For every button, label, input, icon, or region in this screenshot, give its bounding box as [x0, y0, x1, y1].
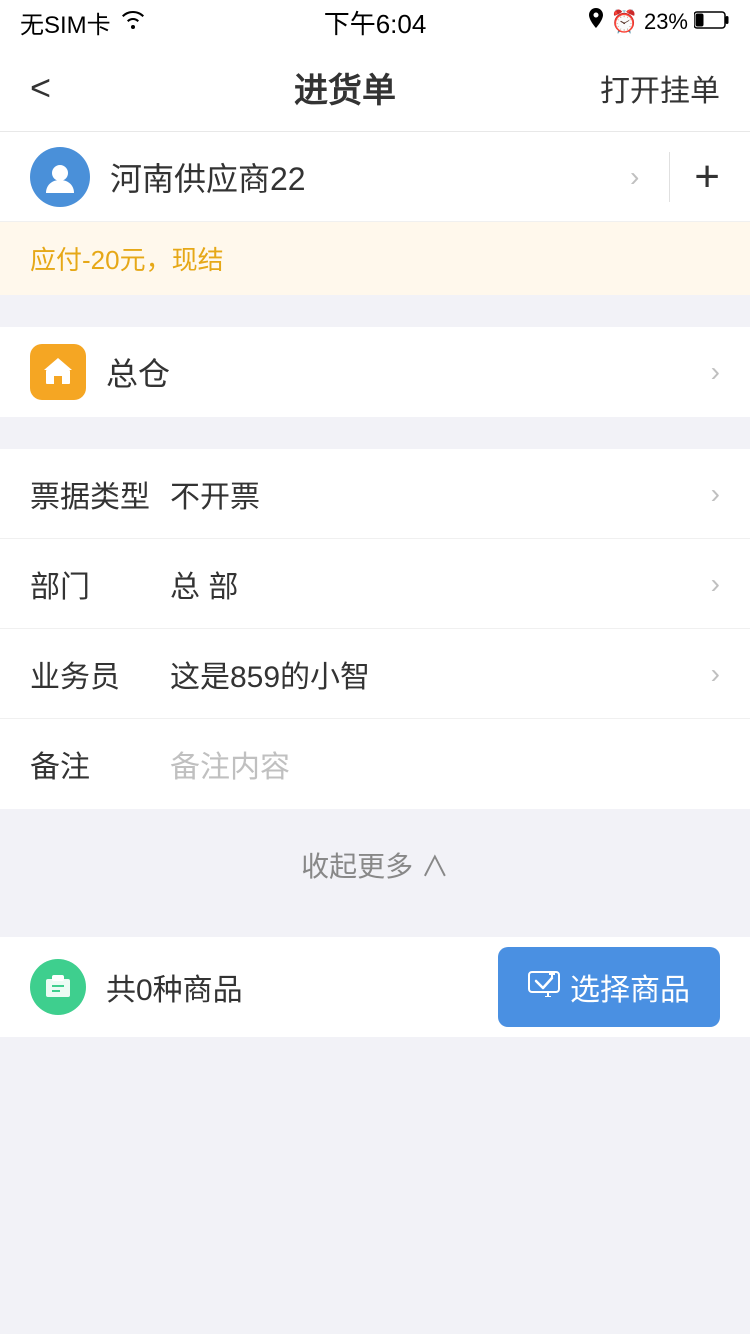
back-button[interactable]: < [30, 67, 90, 109]
dept-label: 部门 [30, 562, 160, 606]
bottom-section: 共0种商品 选择商品 [0, 937, 750, 1037]
notice-bar: 应付-20元，现结 [0, 222, 750, 295]
select-product-button[interactable]: 选择商品 [498, 947, 720, 1027]
carrier-text: 无SIM卡 [20, 5, 111, 40]
remark-row[interactable]: 备注 备注内容 [0, 719, 750, 809]
invoice-type-row[interactable]: 票据类型 不开票 › [0, 449, 750, 539]
salesman-value: 这是859的小智 [160, 652, 711, 696]
supplier-arrow-icon: › [630, 161, 639, 193]
status-time: 下午6:04 [324, 4, 427, 41]
dept-arrow-icon: › [711, 568, 720, 600]
warehouse-arrow-icon: › [711, 356, 720, 388]
warehouse-name: 总仓 [106, 349, 711, 395]
salesman-label: 业务员 [30, 652, 160, 696]
wifi-icon [119, 8, 147, 36]
notice-text: 应付-20元，现结 [30, 245, 224, 275]
product-count-icon [30, 959, 86, 1015]
select-product-icon [528, 971, 560, 1004]
section-gap-3 [0, 905, 750, 921]
open-pending-button[interactable]: 打开挂单 [600, 66, 720, 110]
invoice-type-value: 不开票 [160, 472, 711, 516]
supplier-divider [669, 152, 670, 202]
battery-icon [694, 9, 730, 35]
battery-text: 23% [644, 9, 688, 35]
warehouse-icon [30, 344, 86, 400]
invoice-type-arrow-icon: › [711, 478, 720, 510]
page-title: 进货单 [294, 63, 396, 112]
select-product-label: 选择商品 [570, 965, 690, 1009]
alarm-icon: ⏰ [611, 9, 638, 35]
remark-label: 备注 [30, 742, 160, 786]
section-gap-2 [0, 417, 750, 433]
invoice-type-label: 票据类型 [30, 472, 160, 516]
add-supplier-button[interactable]: + [694, 155, 720, 199]
remark-input[interactable]: 备注内容 [160, 742, 720, 786]
product-count-text: 共0种商品 [106, 965, 498, 1009]
section-gap-1 [0, 295, 750, 311]
nav-bar: < 进货单 打开挂单 [0, 44, 750, 132]
dept-row[interactable]: 部门 总 部 › [0, 539, 750, 629]
warehouse-section[interactable]: 总仓 › [0, 327, 750, 417]
form-section: 票据类型 不开票 › 部门 总 部 › 业务员 这是859的小智 › 备注 备注… [0, 449, 750, 809]
status-bar: 无SIM卡 下午6:04 ⏰ 23% [0, 0, 750, 44]
supplier-name: 河南供应商22 [110, 154, 630, 200]
status-right: ⏰ 23% [587, 8, 730, 36]
collapse-section[interactable]: 收起更多 ∧ [0, 825, 750, 905]
status-left: 无SIM卡 [20, 5, 147, 40]
dept-value: 总 部 [160, 562, 711, 606]
salesman-row[interactable]: 业务员 这是859的小智 › [0, 629, 750, 719]
supplier-avatar [30, 147, 90, 207]
salesman-arrow-icon: › [711, 658, 720, 690]
collapse-label: 收起更多 ∧ [301, 845, 449, 885]
supplier-section: 河南供应商22 › + [0, 132, 750, 222]
location-icon [587, 8, 605, 36]
